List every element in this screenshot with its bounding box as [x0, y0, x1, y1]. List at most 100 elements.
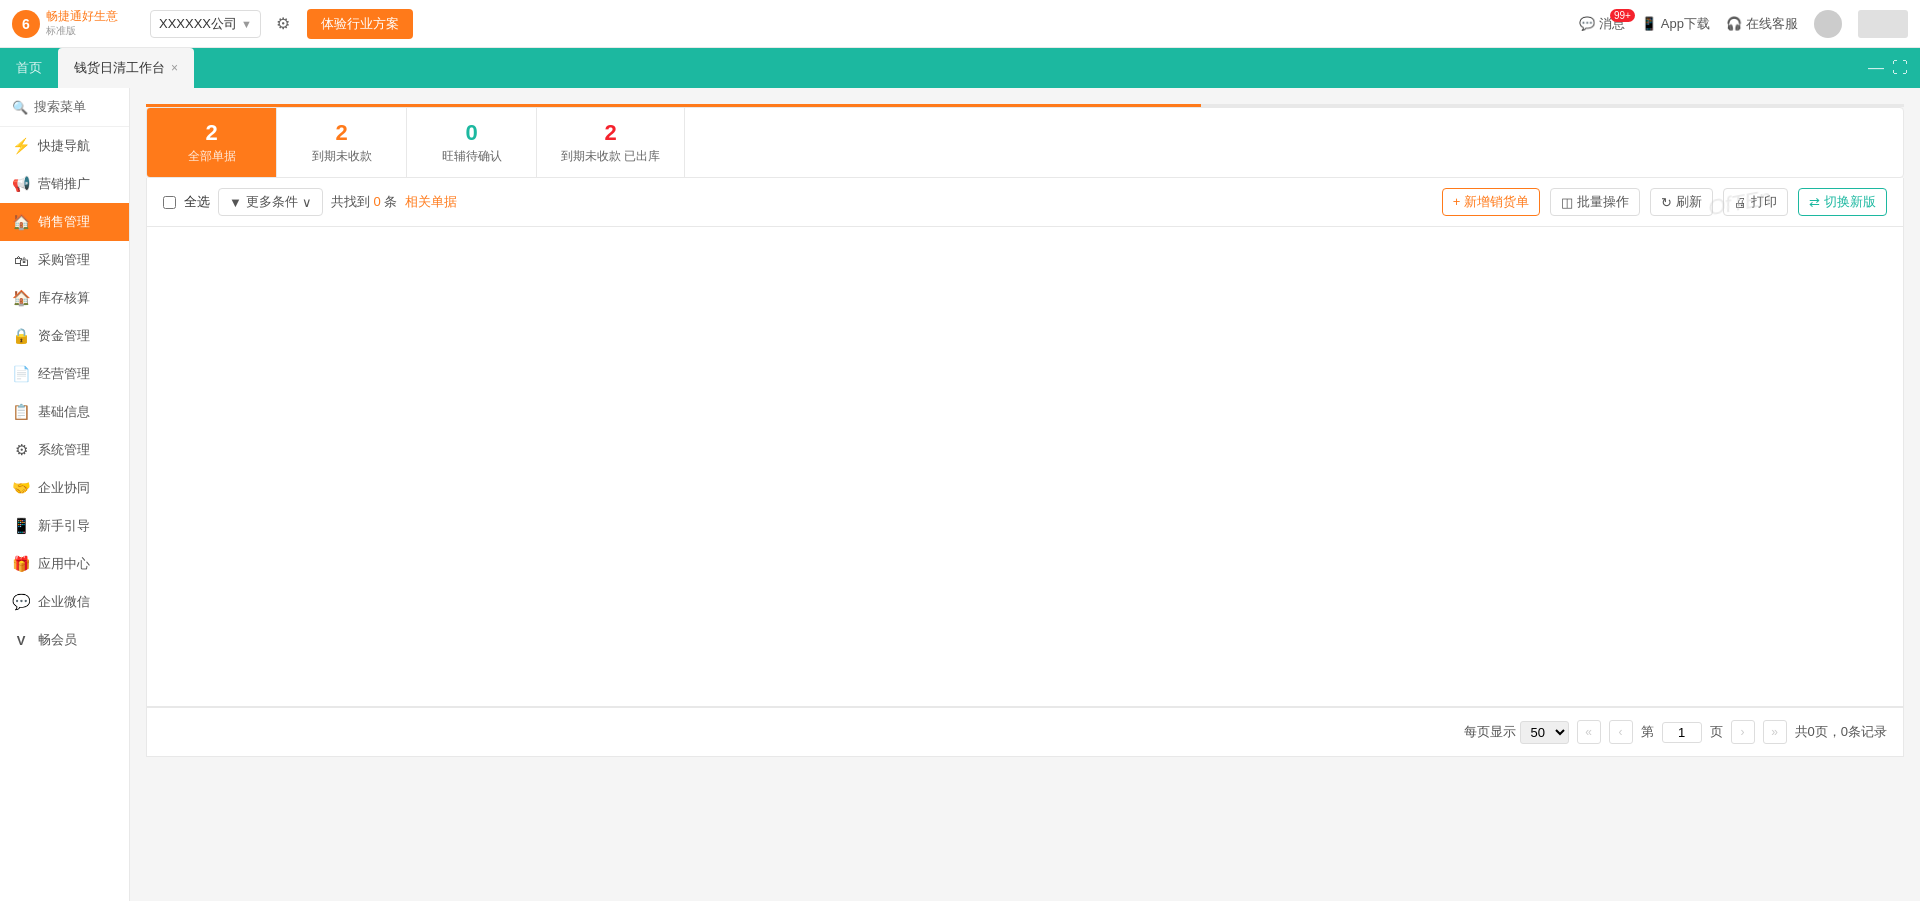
app-center-label: 应用中心 [38, 555, 90, 573]
sidebar-item-guide[interactable]: 📱 新手引导 [0, 507, 129, 545]
quick-nav-label: 快捷导航 [38, 137, 90, 155]
marketing-icon: 📢 [12, 175, 30, 193]
stat-num-all: 2 [171, 120, 252, 146]
stat-label-overdue: 到期未收款 [301, 148, 382, 165]
sidebar-item-app-center[interactable]: 🎁 应用中心 [0, 545, 129, 583]
company-arrow-icon: ▼ [241, 18, 252, 30]
per-page-dropdown[interactable]: 50 [1520, 721, 1569, 744]
filter-label: 更多条件 [246, 193, 298, 211]
toolbar-left: 全选 ▼ 更多条件 ∨ 共找到 0 条 相关单据 [163, 188, 457, 216]
switch-version-button[interactable]: ⇄ 切换新版 [1798, 188, 1887, 216]
sidebar-item-operations[interactable]: 📄 经营管理 [0, 355, 129, 393]
tab-workbench-close-icon[interactable]: × [171, 61, 178, 75]
page-number-input[interactable] [1662, 722, 1702, 743]
logo-name: 畅捷通好生意 [46, 9, 118, 25]
stat-num-pending: 0 [431, 120, 512, 146]
found-count: 0 [374, 194, 381, 209]
username-area[interactable] [1858, 10, 1908, 38]
logo-area: 6 畅捷通好生意 标准版 [12, 9, 142, 39]
sidebar-item-vip[interactable]: V 畅会员 [0, 621, 129, 659]
toolbar-right: + 新增销货单 ◫ 批量操作 ↻ 刷新 🖨 打印 ⇄ 切换新版 [1442, 188, 1887, 216]
sidebar-item-system[interactable]: ⚙ 系统管理 [0, 431, 129, 469]
tab-minimize-icon[interactable]: — [1868, 59, 1884, 77]
stats-tabs: 2 全部单据 2 到期未收款 0 旺辅待确认 2 到期未收款 已出库 [146, 107, 1904, 178]
tab-bar: 首页 钱货日清工作台 × — ⛶ [0, 48, 1920, 88]
sidebar-item-finance[interactable]: 🔒 资金管理 [0, 317, 129, 355]
stat-label-pending: 旺辅待确认 [431, 148, 512, 165]
stat-tab-all[interactable]: 2 全部单据 [147, 108, 277, 177]
stat-label-overdue-shipped: 到期未收款 已出库 [561, 148, 660, 165]
last-page-button[interactable]: » [1763, 720, 1787, 744]
stat-tab-overdue[interactable]: 2 到期未收款 [277, 108, 407, 177]
stat-tab-pending[interactable]: 0 旺辅待确认 [407, 108, 537, 177]
header-right: 💬 消息 99+ 📱 App下载 🎧 在线客服 [1579, 10, 1908, 38]
tab-workbench[interactable]: 钱货日清工作台 × [58, 48, 194, 88]
first-page-button[interactable]: « [1577, 720, 1601, 744]
next-page-button[interactable]: › [1731, 720, 1755, 744]
collab-icon: 🤝 [12, 479, 30, 497]
filter-dropdown-icon: ∨ [302, 195, 312, 210]
stat-num-overdue: 2 [301, 120, 382, 146]
new-sale-button[interactable]: + 新增销货单 [1442, 188, 1540, 216]
stat-tab-overdue-shipped[interactable]: 2 到期未收款 已出库 [537, 108, 685, 177]
tab-maximize-icon[interactable]: ⛶ [1892, 59, 1908, 77]
collab-label: 企业协同 [38, 479, 90, 497]
basic-info-label: 基础信息 [38, 403, 90, 421]
refresh-button[interactable]: ↻ 刷新 [1650, 188, 1713, 216]
messages-item[interactable]: 💬 消息 99+ [1579, 15, 1625, 33]
toolbar: 全选 ▼ 更多条件 ∨ 共找到 0 条 相关单据 + 新增销货单 ◫ 批量操作 … [146, 178, 1904, 227]
sales-icon: 🏠 [12, 213, 30, 231]
settings-icon[interactable]: ⚙ [269, 10, 297, 38]
tab-home-label: 首页 [16, 59, 42, 77]
company-selector[interactable]: XXXXXX公司 ▼ [150, 10, 261, 38]
sidebar-item-purchase[interactable]: 🛍 采购管理 [0, 241, 129, 279]
app-download-label: App下载 [1661, 15, 1710, 33]
filter-button[interactable]: ▼ 更多条件 ∨ [218, 188, 323, 216]
basic-info-icon: 📋 [12, 403, 30, 421]
print-button[interactable]: 🖨 打印 [1723, 188, 1788, 216]
tab-workbench-label: 钱货日清工作台 [74, 59, 165, 77]
online-service-item[interactable]: 🎧 在线客服 [1726, 15, 1798, 33]
per-page-label: 每页显示 [1464, 723, 1516, 741]
vip-label: 畅会员 [38, 631, 77, 649]
app-download-item[interactable]: 📱 App下载 [1641, 15, 1710, 33]
tab-home[interactable]: 首页 [0, 48, 58, 88]
sidebar-item-marketing[interactable]: 📢 营销推广 [0, 165, 129, 203]
marketing-label: 营销推广 [38, 175, 90, 193]
related-records-link[interactable]: 相关单据 [405, 193, 457, 211]
prev-page-button[interactable]: ‹ [1609, 720, 1633, 744]
wecom-icon: 💬 [12, 593, 30, 611]
sidebar-item-inventory[interactable]: 🏠 库存核算 [0, 279, 129, 317]
filter-icon: ▼ [229, 195, 242, 210]
switch-label: 切换新版 [1824, 193, 1876, 211]
purchase-label: 采购管理 [38, 251, 90, 269]
switch-icon: ⇄ [1809, 195, 1820, 210]
system-icon: ⚙ [12, 441, 30, 459]
experience-button[interactable]: 体验行业方案 [307, 9, 413, 39]
sales-label: 销售管理 [38, 213, 90, 231]
sidebar-item-collab[interactable]: 🤝 企业协同 [0, 469, 129, 507]
page-suffix: 页 [1710, 723, 1723, 741]
operations-icon: 📄 [12, 365, 30, 383]
inventory-icon: 🏠 [12, 289, 30, 307]
sidebar-search[interactable]: 🔍 搜索菜单 [0, 88, 129, 127]
pagination: 每页显示 50 « ‹ 第 页 › » 共0页，0条记录 [146, 707, 1904, 757]
print-label: 打印 [1751, 193, 1777, 211]
logo-text-wrap: 畅捷通好生意 标准版 [46, 9, 118, 39]
sidebar-item-sales[interactable]: 🏠 销售管理 [0, 203, 129, 241]
stats-wrapper: 2 全部单据 2 到期未收款 0 旺辅待确认 2 到期未收款 已出库 [146, 104, 1904, 178]
page-size-select: 每页显示 50 [1464, 721, 1569, 744]
select-all-checkbox[interactable] [163, 196, 176, 209]
quick-nav-icon: ⚡ [12, 137, 30, 155]
sidebar-item-quick-nav[interactable]: ⚡ 快捷导航 [0, 127, 129, 165]
online-service-icon: 🎧 [1726, 16, 1742, 31]
system-label: 系统管理 [38, 441, 90, 459]
found-unit: 条 [384, 194, 397, 209]
batch-operation-button[interactable]: ◫ 批量操作 [1550, 188, 1640, 216]
stat-label-all: 全部单据 [171, 148, 252, 165]
sidebar-item-basic-info[interactable]: 📋 基础信息 [0, 393, 129, 431]
sidebar-item-wecom[interactable]: 💬 企业微信 [0, 583, 129, 621]
vip-icon: V [12, 631, 30, 649]
table-area [146, 227, 1904, 707]
avatar[interactable] [1814, 10, 1842, 38]
